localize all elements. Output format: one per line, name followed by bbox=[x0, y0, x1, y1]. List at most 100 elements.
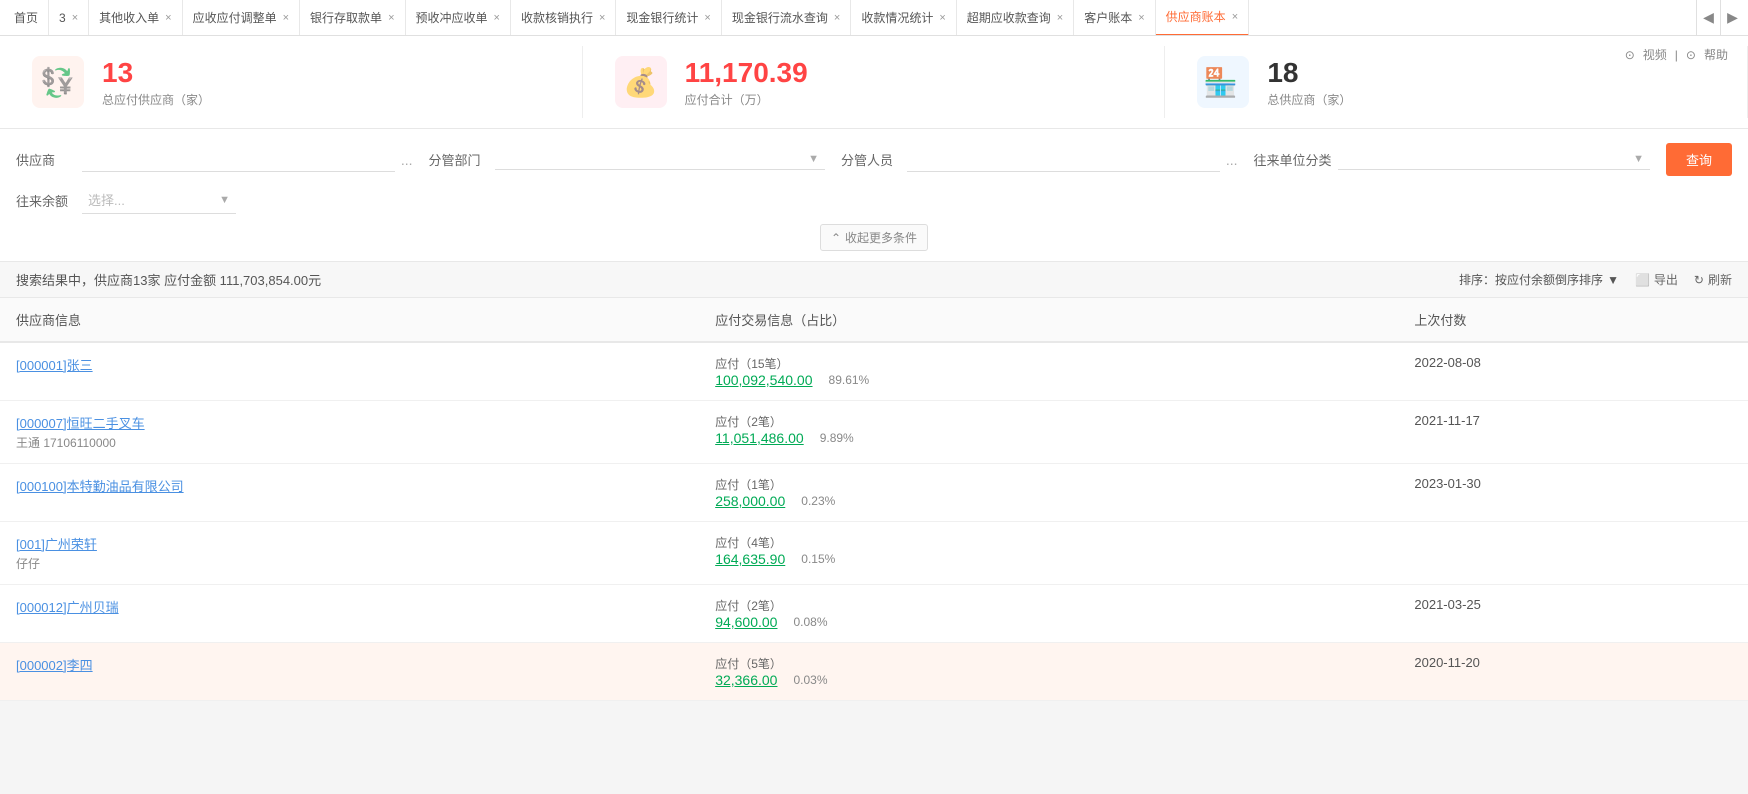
nav-prev-arrow[interactable]: ◀ bbox=[1696, 0, 1720, 36]
person-dots-btn[interactable]: ... bbox=[1226, 152, 1238, 168]
transaction-info-cell: 应付（2笔）94,600.000.08% bbox=[699, 585, 1398, 643]
tab-collection-verify-label: 收款核销执行 bbox=[521, 9, 593, 26]
tab-supplier-ledger-close[interactable]: × bbox=[1232, 11, 1238, 23]
last-pay-date: 2020-11-20 bbox=[1414, 655, 1480, 670]
tab-collection-verify[interactable]: 收款核销执行 × bbox=[511, 0, 616, 36]
tab-collection-stats[interactable]: 收款情况统计 × bbox=[851, 0, 956, 36]
category-select[interactable]: ▼ bbox=[1338, 149, 1650, 170]
tab-supplier-ledger[interactable]: 供应商账本 × bbox=[1156, 0, 1249, 36]
tab-cash-bank-flow[interactable]: 现金银行流水查询 × bbox=[722, 0, 851, 36]
svg-text:💱: 💱 bbox=[40, 66, 75, 99]
tab-collection-stats-close[interactable]: × bbox=[939, 12, 945, 24]
payable-amount-label: 应付合计（万） bbox=[685, 91, 808, 108]
table-row: [000007]恒旺二手叉车王通 17106110000应付（2笔）11,051… bbox=[0, 401, 1748, 464]
tab-ar-ap-adjustment[interactable]: 应收应付调整单 × bbox=[183, 0, 300, 36]
transaction-label: 应付（1笔） bbox=[715, 476, 1382, 493]
stat-payable-suppliers-text: 13 总应付供应商（家） bbox=[102, 56, 210, 109]
table-row: [000001]张三应付（15笔）100,092,540.0089.61%202… bbox=[0, 342, 1748, 401]
category-dropdown-icon: ▼ bbox=[1633, 153, 1644, 165]
tab-collection-verify-close[interactable]: × bbox=[599, 12, 605, 24]
supplier-link[interactable]: [000001]张三 bbox=[16, 358, 93, 373]
amount-link[interactable]: 94,600.00 bbox=[715, 614, 777, 630]
tab-overdue-ar[interactable]: 超期应收款查询 × bbox=[957, 0, 1074, 36]
search-button[interactable]: 查询 bbox=[1666, 143, 1732, 176]
tab-cash-bank-flow-close[interactable]: × bbox=[834, 12, 840, 24]
help-link-icon: ⊙ bbox=[1686, 48, 1696, 62]
tab-cash-bank-stats-close[interactable]: × bbox=[704, 12, 710, 24]
tab-advance-offset-close[interactable]: × bbox=[494, 12, 500, 24]
amount-percentage: 0.15% bbox=[801, 552, 835, 566]
amount-link[interactable]: 100,092,540.00 bbox=[715, 372, 812, 388]
tab-ar-ap-adjustment-close[interactable]: × bbox=[283, 12, 289, 24]
filter-person: 分管人员 ... bbox=[841, 148, 1238, 172]
supplier-dots-btn[interactable]: ... bbox=[401, 152, 413, 168]
tab-3[interactable]: 3 × bbox=[49, 0, 89, 36]
last-pay-date: 2021-03-25 bbox=[1414, 597, 1481, 612]
last-payment-cell: 2021-11-17 bbox=[1398, 401, 1748, 464]
tab-home[interactable]: 首页 bbox=[4, 0, 49, 36]
balance-filter-label: 往来余额 bbox=[16, 191, 76, 210]
transaction-label: 应付（15笔） bbox=[715, 355, 1382, 372]
help-link[interactable]: 帮助 bbox=[1704, 46, 1728, 63]
last-payment-cell: 2023-01-30 bbox=[1398, 464, 1748, 522]
tab-overdue-ar-close[interactable]: × bbox=[1057, 12, 1063, 24]
total-suppliers-icon: 🏪 bbox=[1195, 54, 1251, 110]
tab-cash-bank-stats[interactable]: 现金银行统计 × bbox=[616, 0, 721, 36]
supplier-link[interactable]: [000002]李四 bbox=[16, 658, 93, 673]
video-link[interactable]: 视频 bbox=[1643, 46, 1667, 63]
stat-payable-suppliers: 💱 13 总应付供应商（家） bbox=[0, 46, 583, 118]
results-actions: 排序：按应付余额倒序排序 ▼ ⬜ 导出 ↻ 刷新 bbox=[1459, 271, 1732, 288]
supplier-link[interactable]: [000012]广州贝瑞 bbox=[16, 600, 119, 615]
sort-select[interactable]: 排序：按应付余额倒序排序 ▼ bbox=[1459, 271, 1619, 288]
nav-next-arrow[interactable]: ▶ bbox=[1720, 0, 1744, 36]
transaction-info-cell: 应付（15笔）100,092,540.0089.61% bbox=[699, 342, 1398, 401]
export-button[interactable]: ⬜ 导出 bbox=[1635, 271, 1678, 288]
tab-home-label: 首页 bbox=[14, 9, 38, 26]
supplier-sub-info: 仔仔 bbox=[16, 555, 683, 572]
person-input[interactable] bbox=[907, 148, 1220, 172]
supplier-table: 供应商信息 应付交易信息（占比） 上次付数 [000001]张三应付（15笔）1… bbox=[0, 298, 1748, 701]
tab-supplier-ledger-label: 供应商账本 bbox=[1166, 8, 1226, 25]
tab-customer-ledger-close[interactable]: × bbox=[1138, 12, 1144, 24]
table-scroll[interactable]: 供应商信息 应付交易信息（占比） 上次付数 [000001]张三应付（15笔）1… bbox=[0, 298, 1748, 701]
transaction-label: 应付（2笔） bbox=[715, 597, 1382, 614]
dept-dropdown-icon: ▼ bbox=[808, 153, 819, 165]
supplier-input[interactable] bbox=[82, 148, 395, 172]
amount-row: 94,600.000.08% bbox=[715, 614, 1382, 630]
tab-other-income-close[interactable]: × bbox=[165, 12, 171, 24]
tab-customer-ledger[interactable]: 客户账本 × bbox=[1074, 0, 1155, 36]
refresh-button[interactable]: ↻ 刷新 bbox=[1694, 271, 1732, 288]
collapse-filters-button[interactable]: ⌃ 收起更多条件 bbox=[820, 224, 928, 251]
amount-link[interactable]: 258,000.00 bbox=[715, 493, 785, 509]
supplier-link[interactable]: [000007]恒旺二手叉车 bbox=[16, 416, 145, 431]
tab-ar-ap-adjustment-label: 应收应付调整单 bbox=[193, 9, 277, 26]
tab-bank-deposit-close[interactable]: × bbox=[388, 12, 394, 24]
last-pay-date: 2023-01-30 bbox=[1414, 476, 1481, 491]
amount-link[interactable]: 32,366.00 bbox=[715, 672, 777, 688]
tab-bank-deposit[interactable]: 银行存取款单 × bbox=[300, 0, 405, 36]
top-links: ⊙ 视频 | ⊙ 帮助 bbox=[1625, 46, 1728, 63]
tab-customer-ledger-label: 客户账本 bbox=[1084, 9, 1132, 26]
last-payment-cell bbox=[1398, 522, 1748, 585]
supplier-link[interactable]: [001]广州荣轩 bbox=[16, 537, 97, 552]
tab-3-close[interactable]: × bbox=[72, 12, 78, 24]
amount-link[interactable]: 164,635.90 bbox=[715, 551, 785, 567]
tab-advance-offset[interactable]: 预收冲应收单 × bbox=[406, 0, 511, 36]
dept-select[interactable]: ▼ bbox=[495, 149, 826, 170]
total-suppliers-label: 总供应商（家） bbox=[1267, 91, 1351, 108]
amount-percentage: 0.03% bbox=[793, 673, 827, 687]
results-summary: 搜索结果中，供应商13家 应付金额 111,703,854.00元 bbox=[16, 270, 321, 289]
amount-link[interactable]: 11,051,486.00 bbox=[715, 430, 804, 446]
stat-payable-amount-text: 11,170.39 应付合计（万） bbox=[685, 56, 808, 109]
tab-overdue-ar-label: 超期应收款查询 bbox=[967, 9, 1051, 26]
transaction-label: 应付（2笔） bbox=[715, 413, 1382, 430]
balance-select[interactable]: 选择... ▼ bbox=[82, 186, 236, 214]
tab-other-income[interactable]: 其他收入单 × bbox=[89, 0, 182, 36]
stat-payable-amount: 💰 11,170.39 应付合计（万） bbox=[583, 46, 1166, 118]
results-bar: 搜索结果中，供应商13家 应付金额 111,703,854.00元 排序：按应付… bbox=[0, 262, 1748, 298]
supplier-info-cell: [001]广州荣轩仔仔 bbox=[0, 522, 699, 585]
supplier-link[interactable]: [000100]本特勤油品有限公司 bbox=[16, 479, 184, 494]
export-label: 导出 bbox=[1654, 271, 1678, 288]
amount-row: 258,000.000.23% bbox=[715, 493, 1382, 509]
balance-dropdown-icon: ▼ bbox=[219, 194, 230, 206]
